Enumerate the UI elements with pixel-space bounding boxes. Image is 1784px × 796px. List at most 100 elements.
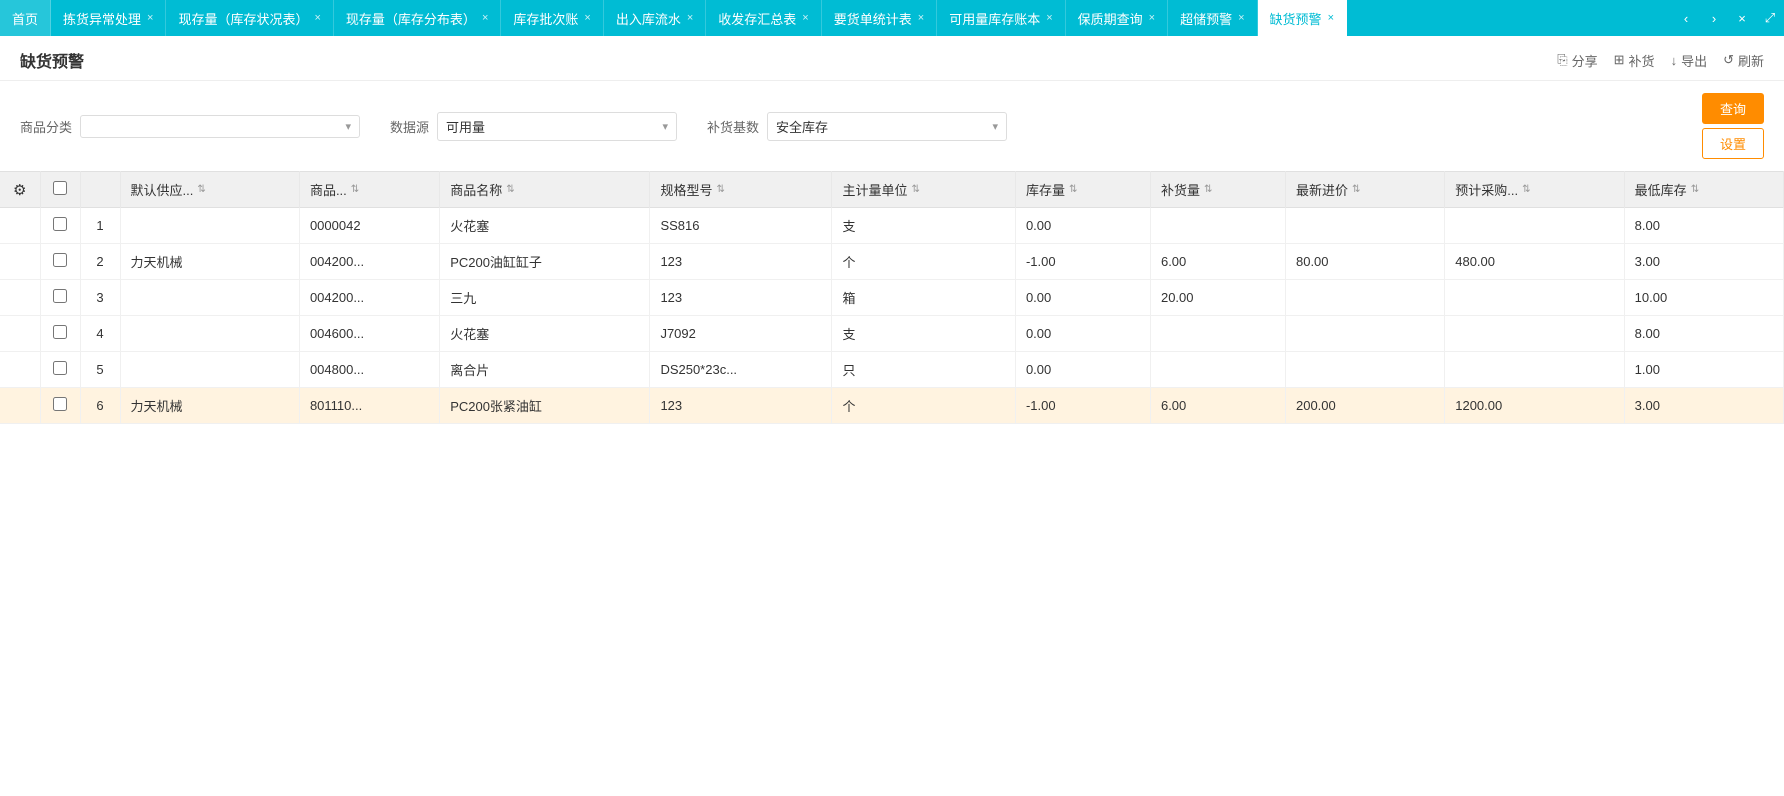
refresh-label: 刷新 — [1738, 51, 1764, 70]
sort-product-name-icon[interactable]: ⇅ — [506, 184, 514, 195]
filter-replenish-base-label: 补货基数 — [707, 117, 759, 136]
replenish-button[interactable]: ⊞ 补货 — [1614, 51, 1655, 70]
query-button[interactable]: 查询 — [1702, 93, 1764, 124]
tab-order-stats-label: 要货单统计表 — [834, 9, 912, 28]
row-min-stock-1: 3.00 — [1624, 244, 1783, 280]
th-checkbox — [40, 172, 80, 208]
tab-exception[interactable]: 拣货异常处理 × — [51, 0, 166, 36]
tab-overstock-warning[interactable]: 超储预警 × — [1168, 0, 1257, 36]
row-checkbox-1[interactable] — [53, 253, 67, 267]
tab-batch-account[interactable]: 库存批次账 × — [501, 0, 603, 36]
sort-replenish-qty-icon[interactable]: ⇅ — [1204, 184, 1212, 195]
row-checkbox-0[interactable] — [53, 217, 67, 231]
tab-overstock-warning-close[interactable]: × — [1238, 12, 1244, 24]
tab-exception-close[interactable]: × — [147, 12, 153, 24]
select-all-checkbox[interactable] — [53, 181, 67, 195]
refresh-button[interactable]: ↺ 刷新 — [1723, 51, 1764, 70]
tab-available-ledger[interactable]: 可用量库存账本 × — [937, 0, 1065, 36]
tab-nav-fullscreen[interactable]: ⤢ — [1756, 10, 1784, 26]
filter-bar: 商品分类 ▾ 数据源 可用量 ▾ 补货基数 安全库存 ▾ 查询 设置 — [0, 81, 1784, 171]
row-checkbox-4[interactable] — [53, 361, 67, 375]
tab-receive-summary-close[interactable]: × — [802, 12, 808, 24]
tab-order-stats-close[interactable]: × — [918, 12, 924, 24]
export-button[interactable]: ↓ 导出 — [1671, 51, 1708, 70]
row-replenish-qty-5: 6.00 — [1150, 388, 1285, 424]
row-spec-3: J7092 — [650, 316, 832, 352]
export-label: 导出 — [1681, 51, 1707, 70]
row-supplier-2 — [120, 280, 299, 316]
tab-expiry-query[interactable]: 保质期查询 × — [1066, 0, 1168, 36]
row-product-name-5: PC200张紧油缸 — [440, 388, 650, 424]
filter-replenish-base-value: 安全库存 — [776, 117, 828, 136]
table-container: ⚙ 默认供应... ⇅ 商品... — [0, 171, 1784, 424]
header-actions: ⎘ 分享 ⊞ 补货 ↓ 导出 ↺ 刷新 — [1557, 51, 1764, 70]
row-est-purchase-5: 1200.00 — [1445, 388, 1624, 424]
chevron-down-icon-3: ▾ — [993, 120, 999, 133]
th-product-name: 商品名称 ⇅ — [440, 172, 650, 208]
tab-inventory-dist[interactable]: 现存量（库存分布表） × — [334, 0, 501, 36]
share-button[interactable]: ⎘ 分享 — [1557, 51, 1597, 70]
row-latest-price-5: 200.00 — [1285, 388, 1444, 424]
th-settings: ⚙ — [0, 172, 40, 208]
row-checkbox-5[interactable] — [53, 397, 67, 411]
tab-available-ledger-close[interactable]: × — [1046, 12, 1052, 24]
row-spec-4: DS250*23c... — [650, 352, 832, 388]
replenish-icon: ⊞ — [1614, 52, 1625, 68]
th-est-purchase: 预计采购... ⇅ — [1445, 172, 1624, 208]
sort-min-stock-icon[interactable]: ⇅ — [1691, 184, 1699, 195]
filter-category-select[interactable]: ▾ — [80, 115, 360, 138]
tab-inventory-status[interactable]: 现存量（库存状况表） × — [166, 0, 333, 36]
tab-home[interactable]: 首页 — [0, 0, 51, 36]
tab-inventory-dist-close[interactable]: × — [482, 12, 488, 24]
row-spec-0: SS816 — [650, 208, 832, 244]
th-num — [80, 172, 120, 208]
row-stock-qty-5: -1.00 — [1015, 388, 1150, 424]
tab-nav-prev[interactable]: ‹ — [1672, 11, 1700, 26]
sort-stock-qty-icon[interactable]: ⇅ — [1069, 184, 1077, 195]
tab-nav-next[interactable]: › — [1700, 11, 1728, 26]
sort-est-purchase-icon[interactable]: ⇅ — [1522, 184, 1530, 195]
sort-product-code-icon[interactable]: ⇅ — [351, 184, 359, 195]
sort-unit-icon[interactable]: ⇅ — [911, 184, 919, 195]
tab-receive-summary[interactable]: 收发存汇总表 × — [706, 0, 821, 36]
sort-latest-price-icon[interactable]: ⇅ — [1352, 184, 1360, 195]
row-checkbox-2[interactable] — [53, 289, 67, 303]
row-settings-3 — [0, 316, 40, 352]
row-latest-price-1: 80.00 — [1285, 244, 1444, 280]
tab-nav-close-all[interactable]: × — [1728, 11, 1756, 26]
tab-batch-account-close[interactable]: × — [584, 12, 590, 24]
tab-shortage-warning-label: 缺货预警 — [1270, 9, 1322, 28]
row-unit-2: 箱 — [832, 280, 1016, 316]
sort-spec-icon[interactable]: ⇅ — [716, 184, 724, 195]
row-settings-0 — [0, 208, 40, 244]
row-unit-1: 个 — [832, 244, 1016, 280]
filter-replenish-base-select[interactable]: 安全库存 ▾ — [767, 112, 1007, 141]
settings-button[interactable]: 设置 — [1702, 128, 1764, 159]
row-checkbox-cell-3 — [40, 316, 80, 352]
th-stock-qty-label: 库存量 — [1026, 180, 1065, 199]
table-row: 6 力天机械 801110... PC200张紧油缸 123 个 -1.00 6… — [0, 388, 1784, 424]
gear-icon[interactable]: ⚙ — [13, 182, 26, 199]
tab-in-out-flow[interactable]: 出入库流水 × — [604, 0, 706, 36]
row-product-name-3: 火花塞 — [440, 316, 650, 352]
filter-datasource-select[interactable]: 可用量 ▾ — [437, 112, 677, 141]
row-product-code-1: 004200... — [299, 244, 439, 280]
row-checkbox-3[interactable] — [53, 325, 67, 339]
row-checkbox-cell-0 — [40, 208, 80, 244]
tab-bar: 首页 拣货异常处理 × 现存量（库存状况表） × 现存量（库存分布表） × 库存… — [0, 0, 1784, 36]
filter-category-group: 商品分类 ▾ — [20, 115, 360, 138]
tab-order-stats[interactable]: 要货单统计表 × — [822, 0, 937, 36]
row-spec-1: 123 — [650, 244, 832, 280]
sort-supplier-icon[interactable]: ⇅ — [197, 184, 205, 195]
row-min-stock-3: 8.00 — [1624, 316, 1783, 352]
th-stock-qty: 库存量 ⇅ — [1015, 172, 1150, 208]
th-supplier: 默认供应... ⇅ — [120, 172, 299, 208]
row-product-name-1: PC200油缸缸子 — [440, 244, 650, 280]
tab-expiry-query-close[interactable]: × — [1149, 12, 1155, 24]
tab-shortage-warning-close[interactable]: × — [1328, 12, 1334, 24]
row-min-stock-2: 10.00 — [1624, 280, 1783, 316]
tab-inventory-status-close[interactable]: × — [314, 12, 320, 24]
row-num-0: 1 — [80, 208, 120, 244]
tab-in-out-flow-close[interactable]: × — [687, 12, 693, 24]
tab-shortage-warning[interactable]: 缺货预警 × — [1258, 0, 1347, 36]
